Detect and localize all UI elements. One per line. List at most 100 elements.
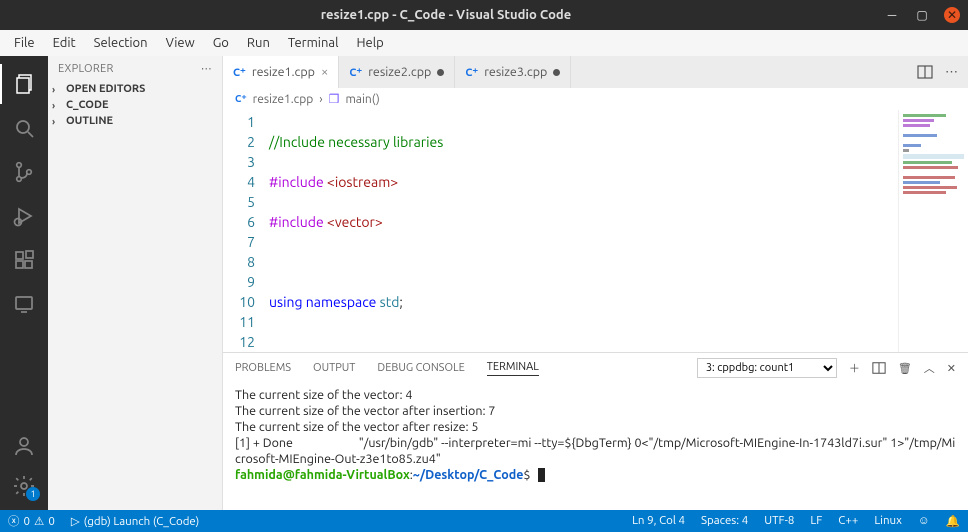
status-bar: ⓧ0 ⚠0 ▷ (gdb) Launch (C_Code) Ln 9, Col …: [0, 510, 968, 532]
panel: PROBLEMS OUTPUT DEBUG CONSOLE TERMINAL 3…: [223, 352, 968, 510]
minimize-icon[interactable]: ─: [884, 7, 900, 23]
sidebar-c-code[interactable]: › C_CODE: [48, 97, 222, 113]
menu-selection[interactable]: Selection: [86, 34, 156, 52]
close-icon[interactable]: ✕: [944, 7, 960, 23]
panel-tabs: PROBLEMS OUTPUT DEBUG CONSOLE TERMINAL 3…: [223, 353, 968, 383]
status-lang[interactable]: C++: [830, 514, 866, 527]
editor-wrapper: 1 2 3 4 5 6 7 8 9 10 11 12 //Include nec…: [223, 110, 968, 352]
more-icon[interactable]: ⋯: [945, 65, 958, 80]
status-errors[interactable]: ⓧ0 ⚠0: [0, 510, 63, 532]
terminal-prompt-path: ~/Desktop/C_Code: [413, 468, 524, 482]
maximize-panel-icon[interactable]: ︿: [924, 360, 935, 376]
section-label: OUTLINE: [66, 115, 113, 127]
debug-icon: ▷: [71, 514, 80, 528]
section-label: C_CODE: [66, 99, 109, 111]
settings-gear-icon[interactable]: 1: [0, 466, 48, 506]
line-gutter: 1 2 3 4 5 6 7 8 9 10 11 12: [223, 110, 269, 352]
code-editor[interactable]: 1 2 3 4 5 6 7 8 9 10 11 12 //Include nec…: [223, 110, 898, 352]
terminal-prompt-dollar: $: [523, 468, 530, 482]
panel-actions: 3: cppdbg: count1 ＋ 🗑 ︿ ✕: [697, 358, 956, 378]
menu-run[interactable]: Run: [239, 34, 278, 52]
status-launch[interactable]: ▷ (gdb) Launch (C_Code): [63, 510, 207, 532]
status-os[interactable]: Linux: [866, 514, 910, 527]
line-number: 2: [223, 132, 255, 152]
line-number: 6: [223, 212, 255, 232]
line-number: 3: [223, 152, 255, 172]
line-number: 9: [223, 272, 255, 292]
status-right: Ln 9, Col 4 Spaces: 4 UTF-8 LF C++ Linux…: [624, 514, 968, 528]
chevron-right-icon: ›: [52, 116, 62, 127]
editor-tabs: C⁺ resize1.cpp × C⁺ resize2.cpp C⁺ resiz…: [223, 56, 968, 88]
code-content[interactable]: //Include necessary libraries #include <…: [269, 110, 898, 352]
cpp-file-icon: C⁺: [349, 66, 362, 79]
account-icon[interactable]: [0, 426, 48, 466]
terminal-line: The current size of the vector after ins…: [235, 403, 956, 419]
sidebar-outline[interactable]: › OUTLINE: [48, 113, 222, 129]
sidebar-title: EXPLORER: [58, 63, 201, 75]
status-ln-col[interactable]: Ln 9, Col 4: [624, 514, 693, 527]
close-icon[interactable]: ×: [321, 65, 328, 79]
menu-terminal[interactable]: Terminal: [280, 34, 347, 52]
notifications-icon[interactable]: 🔔: [938, 514, 968, 528]
split-terminal-icon[interactable]: [872, 361, 886, 375]
status-spaces[interactable]: Spaces: 4: [693, 514, 756, 527]
tab-label: resize1.cpp: [252, 65, 315, 79]
minimap[interactable]: [898, 110, 968, 352]
source-control-icon[interactable]: [0, 152, 48, 192]
line-number: 4: [223, 172, 255, 192]
maximize-icon[interactable]: ▢: [914, 7, 930, 23]
main-area: 1 EXPLORER ⋯ › OPEN EDITORS › C_CODE › O…: [0, 56, 968, 510]
settings-badge: 1: [26, 487, 40, 501]
status-eol[interactable]: LF: [802, 514, 830, 527]
close-panel-icon[interactable]: ✕: [947, 362, 956, 375]
panel-tab-terminal[interactable]: TERMINAL: [487, 361, 539, 376]
cpp-file-icon: C⁺: [235, 93, 247, 105]
status-encoding[interactable]: UTF-8: [756, 514, 802, 527]
panel-tab-debug-console[interactable]: DEBUG CONSOLE: [377, 362, 464, 374]
run-debug-icon[interactable]: [0, 196, 48, 236]
menu-help[interactable]: Help: [348, 34, 391, 52]
extensions-icon[interactable]: [0, 240, 48, 280]
tab-label: resize2.cpp: [368, 65, 431, 79]
line-number: 12: [223, 332, 255, 352]
explorer-icon[interactable]: [0, 64, 48, 104]
line-number: 10: [223, 292, 255, 312]
panel-tab-output[interactable]: OUTPUT: [313, 362, 355, 374]
menu-view[interactable]: View: [158, 34, 203, 52]
terminal-select[interactable]: 3: cppdbg: count1: [697, 358, 837, 378]
search-icon[interactable]: [0, 108, 48, 148]
tab-resize1[interactable]: C⁺ resize1.cpp ×: [223, 56, 339, 88]
chevron-right-icon: ›: [52, 100, 62, 111]
window-controls: ─ ▢ ✕: [884, 7, 960, 23]
breadcrumb-symbol[interactable]: main(): [345, 93, 379, 106]
menu-go[interactable]: Go: [205, 34, 237, 52]
panel-tab-problems[interactable]: PROBLEMS: [235, 362, 291, 374]
section-label: OPEN EDITORS: [66, 83, 145, 95]
more-icon[interactable]: ⋯: [201, 62, 212, 75]
feedback-icon[interactable]: ☺: [910, 514, 938, 527]
terminal-output[interactable]: The current size of the vector: 4The cur…: [223, 383, 968, 510]
new-terminal-icon[interactable]: ＋: [849, 360, 860, 376]
breadcrumb[interactable]: C⁺ resize1.cpp › ❒ main(): [223, 88, 968, 110]
window-title: resize1.cpp - C_Code - Visual Studio Cod…: [8, 8, 884, 22]
sidebar-open-editors[interactable]: › OPEN EDITORS: [48, 81, 222, 97]
tab-resize3[interactable]: C⁺ resize3.cpp: [455, 56, 571, 88]
editor-area: C⁺ resize1.cpp × C⁺ resize2.cpp C⁺ resiz…: [223, 56, 968, 510]
breadcrumb-file[interactable]: resize1.cpp: [253, 93, 314, 106]
kill-terminal-icon[interactable]: 🗑: [898, 362, 912, 375]
chevron-right-icon: ›: [52, 84, 62, 95]
split-editor-icon[interactable]: [917, 64, 933, 80]
warning-icon: ⚠: [34, 514, 44, 528]
line-number: 7: [223, 232, 255, 252]
menu-file[interactable]: File: [6, 34, 43, 52]
separator-icon: ›: [319, 93, 322, 106]
menu-edit[interactable]: Edit: [45, 34, 84, 52]
remote-icon[interactable]: [0, 284, 48, 324]
tab-resize2[interactable]: C⁺ resize2.cpp: [339, 56, 455, 88]
line-number: 1: [223, 112, 255, 132]
error-icon: ⓧ: [8, 513, 20, 529]
dirty-indicator-icon: [553, 69, 560, 76]
terminal-prompt-user: fahmida@fahmida-VirtualBox: [235, 468, 410, 482]
explorer-sidebar: EXPLORER ⋯ › OPEN EDITORS › C_CODE › OUT…: [48, 56, 223, 510]
terminal-line: [1] + Done "/usr/bin/gdb" --interpreter=…: [235, 435, 956, 467]
